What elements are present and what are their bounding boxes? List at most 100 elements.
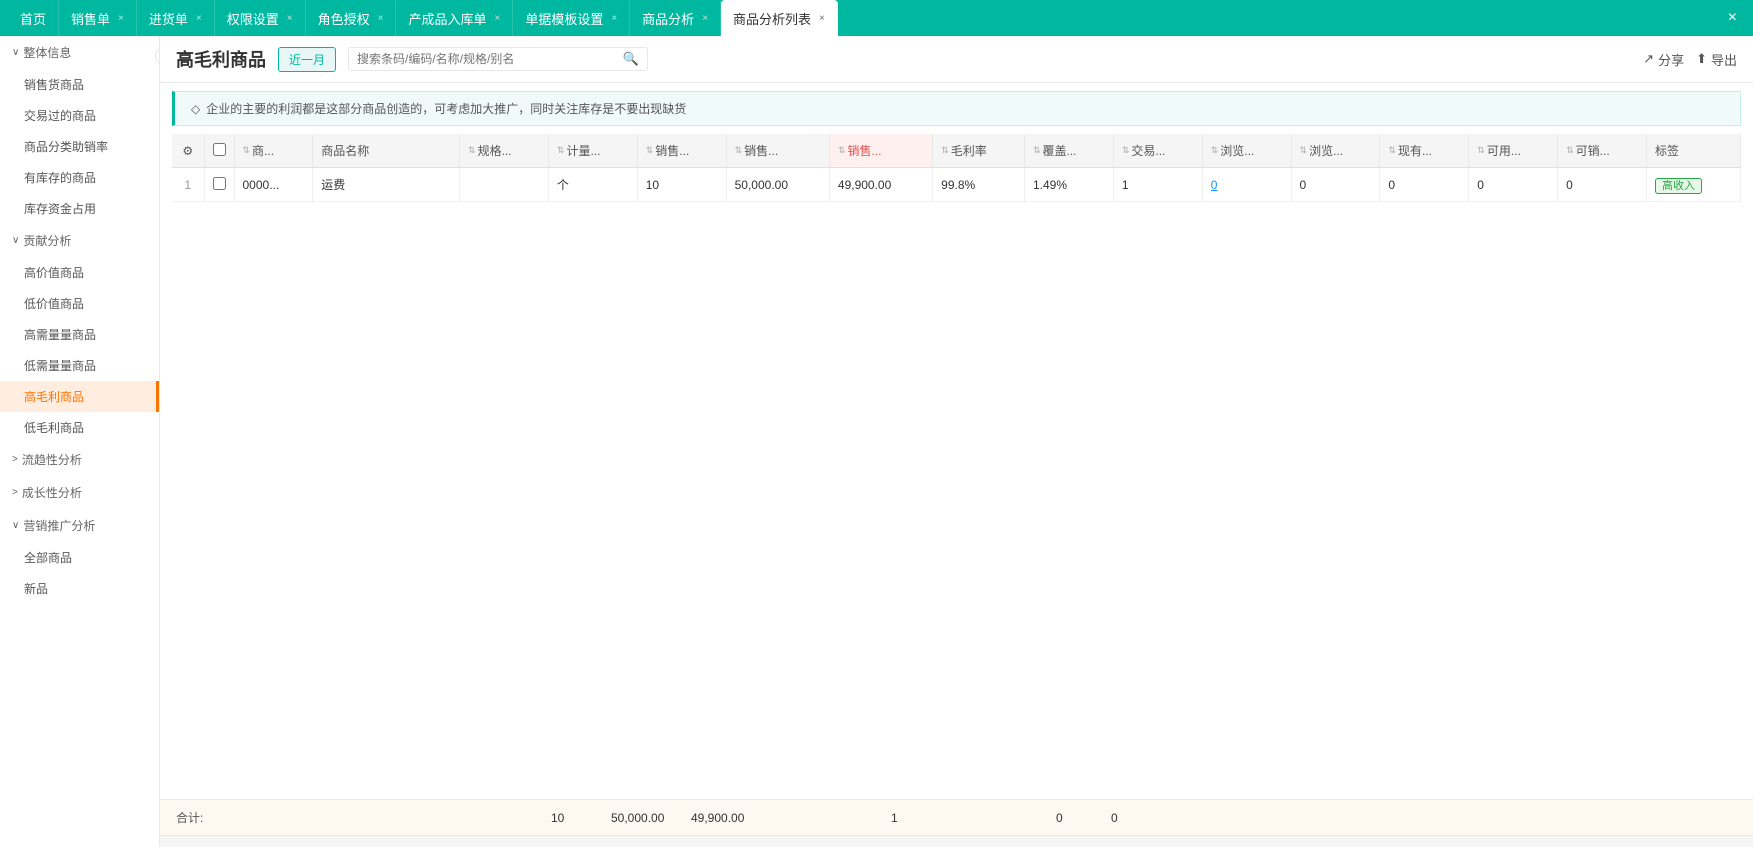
nav-close-permission-settings[interactable]: × [287, 13, 293, 24]
unit-col-header[interactable]: ⇅计量... [548, 134, 637, 168]
gross-margin-col-header[interactable]: ⇅毛利率 [933, 134, 1025, 168]
notice-bar: ◇ 企业的主要的利润都是这部分商品创造的，可考虑加大推广，同时关注库存是不要出现… [172, 91, 1741, 126]
sidebar-item-traded-products[interactable]: 交易过的商品 [0, 100, 159, 131]
product-code-col-header[interactable]: ⇅商... [234, 134, 313, 168]
transaction-cell: 1 [1113, 168, 1202, 202]
coverage-col-header[interactable]: ⇅覆盖... [1024, 134, 1113, 168]
sales-qty-col-header[interactable]: ⇅销售... [637, 134, 726, 168]
col-sort-icon: ⇅ [1211, 145, 1219, 156]
nav-close-product-warehouse[interactable]: × [494, 13, 500, 24]
sidebar-item-product-assist-rate[interactable]: 商品分类助销率 [0, 131, 159, 162]
sidebar-item-new-products[interactable]: 新品 [0, 573, 159, 604]
search-icon[interactable]: 🔍 [623, 51, 639, 67]
export-button[interactable]: ⬆ 导出 [1696, 50, 1737, 69]
sidebar-item-low-quantity[interactable]: 低需量量商品 [0, 350, 159, 381]
sidebar-item-low-value[interactable]: 低价值商品 [0, 288, 159, 319]
col-sort-icon: ⇅ [1388, 145, 1396, 156]
nav-item-role-permissions[interactable]: 角色授权× [306, 0, 397, 36]
sidebar-group-trend-analysis[interactable]: > 流趋性分析 [0, 443, 159, 476]
col-sort-icon: ⇅ [646, 145, 654, 156]
nav-close-purchase-order[interactable]: × [196, 13, 202, 24]
nav-close-order-template[interactable]: × [611, 13, 617, 24]
nav-item-permission-settings[interactable]: 权限设置× [215, 0, 306, 36]
nav-item-sales-order[interactable]: 销售单× [59, 0, 137, 36]
nav-close-product-analysis[interactable]: × [702, 13, 708, 24]
footer-total: 合计: 10 50,000.00 49,900.00 1 0 0 [160, 799, 1753, 835]
group-arrow-icon: ∨ [12, 235, 19, 246]
select-all-checkbox[interactable] [213, 143, 226, 156]
sidebar: « ∨整体信息销售货商品交易过的商品商品分类助销率有库存的商品库存资金占用∨贡献… [0, 36, 160, 847]
col-sort-icon: ⇅ [243, 145, 251, 156]
row-checkbox[interactable] [213, 177, 226, 190]
nav-item-product-analysis-list[interactable]: 商品分析列表× [721, 0, 838, 36]
col-sort-icon: ⇅ [557, 145, 565, 156]
sidebar-item-high-margin[interactable]: 高毛利商品 [0, 381, 159, 412]
date-filter-recent-month[interactable]: 近一月 [278, 47, 336, 72]
settings-icon[interactable]: ⚙ [182, 144, 193, 158]
sidebar-item-all-products[interactable]: 全部商品 [0, 542, 159, 573]
sidebar-item-high-value[interactable]: 高价值商品 [0, 257, 159, 288]
total-label: 合计: [176, 809, 236, 826]
settings-col-header[interactable]: ⚙ [172, 134, 204, 168]
browse2-col-header[interactable]: ⇅浏览... [1291, 134, 1380, 168]
transaction-col-header[interactable]: ⇅交易... [1113, 134, 1202, 168]
col-sort-icon: ⇅ [1033, 145, 1041, 156]
current-stock-col-header[interactable]: ⇅现有... [1380, 134, 1469, 168]
sidebar-group-overall-info[interactable]: ∨ 整体信息 [0, 36, 159, 69]
gross-margin-cell: 99.8% [933, 168, 1025, 202]
sidebar-group-wealth-analysis[interactable]: ∨ 贡献分析 [0, 224, 159, 257]
sellable-cell: 0 [1558, 168, 1647, 202]
browse1-link[interactable]: 0 [1211, 178, 1218, 192]
tag-badge: 高收入 [1655, 178, 1702, 194]
sellable-col-header[interactable]: ⇅可销... [1558, 134, 1647, 168]
sidebar-group-label: 整体信息 [23, 44, 71, 61]
sidebar-group-marketing-analysis[interactable]: ∨营销推广分析 [0, 509, 159, 542]
group-arrow-icon: ∨ [12, 520, 19, 531]
share-button[interactable]: ↗ 分享 [1643, 50, 1684, 69]
product-name-col-header[interactable]: 商品名称 [313, 134, 460, 168]
total-transaction: 1 [891, 811, 946, 825]
tag-col-header[interactable]: 标签 [1646, 134, 1740, 168]
sidebar-item-low-margin[interactable]: 低毛利商品 [0, 412, 159, 443]
close-all-tabs-button[interactable]: × [1720, 9, 1745, 27]
nav-item-order-template[interactable]: 单据模板设置× [513, 0, 630, 36]
search-box: 🔍 [348, 47, 648, 71]
sidebar-item-sales-ranking[interactable]: 销售货商品 [0, 69, 159, 100]
nav-item-product-warehouse[interactable]: 产成品入库单× [396, 0, 513, 36]
available-stock-col-header[interactable]: ⇅可用... [1469, 134, 1558, 168]
nav-item-home[interactable]: 首页 [8, 0, 59, 36]
col-sort-icon: ⇅ [941, 145, 949, 156]
export-icon: ⬆ [1696, 51, 1707, 67]
row-checkbox-cell[interactable] [204, 168, 234, 202]
sidebar-item-stocked-products[interactable]: 有库存的商品 [0, 162, 159, 193]
sidebar-group-label: 流趋性分析 [22, 451, 82, 468]
spec-col-header[interactable]: ⇅规格... [460, 134, 549, 168]
horizontal-scrollbar[interactable] [160, 835, 1753, 847]
nav-close-role-permissions[interactable]: × [378, 13, 384, 24]
content-area: 高毛利商品 近一月 🔍 ↗ 分享 ⬆ 导出 ◇ 企业的主要的利润都是这部分商品创… [160, 36, 1753, 847]
available-stock-cell: 0 [1469, 168, 1558, 202]
total-sales-qty: 10 [551, 811, 611, 825]
sidebar-group-growth-analysis[interactable]: >成长性分析 [0, 476, 159, 509]
product-name-cell: 运费 [313, 168, 460, 202]
nav-item-purchase-order[interactable]: 进货单× [137, 0, 215, 36]
table-header-row: ⚙ ⇅商... 商品名称 ⇅规格... ⇅计量... ⇅销售... ⇅销售...… [172, 134, 1741, 168]
sidebar-group-label: 贡献分析 [23, 232, 71, 249]
search-input[interactable] [357, 52, 619, 66]
notice-icon: ◇ [191, 102, 200, 116]
sidebar-item-inventory-capital[interactable]: 库存资金占用 [0, 193, 159, 224]
nav-item-product-analysis[interactable]: 商品分析× [630, 0, 721, 36]
group-arrow-icon: ∨ [12, 47, 19, 58]
col-sort-icon: ⇅ [468, 145, 476, 156]
browse1-cell[interactable]: 0 [1202, 168, 1291, 202]
nav-close-product-analysis-list[interactable]: × [819, 13, 825, 24]
page-title: 高毛利商品 [176, 46, 266, 72]
sales-profit-col-header[interactable]: ⇅销售... [829, 134, 932, 168]
group-arrow-icon: > [12, 487, 18, 498]
group-arrow-icon: > [12, 454, 18, 465]
nav-close-sales-order[interactable]: × [118, 13, 124, 24]
browse1-col-header[interactable]: ⇅浏览... [1202, 134, 1291, 168]
sidebar-item-high-quantity[interactable]: 高需量量商品 [0, 319, 159, 350]
checkbox-col-header[interactable] [204, 134, 234, 168]
sales-amount-col-header[interactable]: ⇅销售... [726, 134, 829, 168]
